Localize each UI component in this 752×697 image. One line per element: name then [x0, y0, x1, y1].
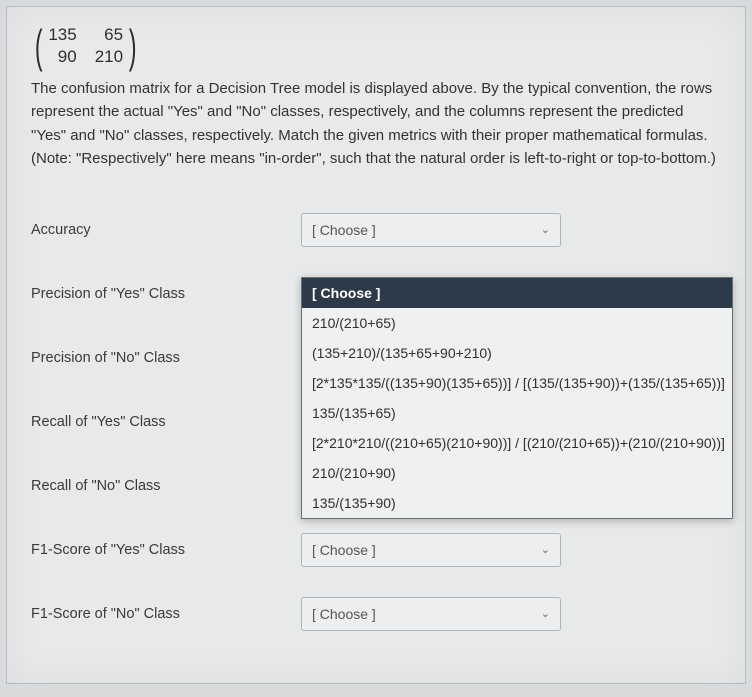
dropdown-option[interactable]: [ Choose ]: [302, 278, 732, 308]
metric-label: Accuracy: [31, 222, 301, 238]
chevron-down-icon: ⌄: [541, 543, 550, 556]
metric-row: Accuracy [ Choose ] ⌄: [31, 200, 721, 258]
metric-row: F1-Score of "No" Class [ Choose ] ⌄: [31, 584, 721, 642]
matrix-cell: 135: [48, 25, 76, 45]
dropdown-option[interactable]: 135/(135+65): [302, 398, 732, 428]
chevron-down-icon: ⌄: [541, 223, 550, 236]
f1-yes-select[interactable]: [ Choose ] ⌄: [301, 533, 561, 567]
question-card: ( 135 65 90 210 ) The confusion matrix f…: [6, 6, 746, 684]
dropdown-option[interactable]: 135/(135+90): [302, 488, 732, 518]
chevron-down-icon: ⌄: [541, 607, 550, 620]
question-prompt: The confusion matrix for a Decision Tree…: [31, 77, 721, 170]
metric-label: Recall of "No" Class: [31, 478, 301, 494]
dropdown-option[interactable]: 210/(210+90): [302, 458, 732, 488]
select-value: [ Choose ]: [312, 606, 376, 622]
matrix-grid: 135 65 90 210: [46, 25, 125, 67]
metric-row: F1-Score of "Yes" Class [ Choose ] ⌄: [31, 520, 721, 578]
matrix-cell: 65: [95, 25, 123, 45]
dropdown-option[interactable]: (135+210)/(135+65+90+210): [302, 338, 732, 368]
right-paren: ): [129, 26, 137, 66]
dropdown-option[interactable]: [2*135*135/((135+90)(135+65))] / [(135/(…: [302, 368, 732, 398]
select-value: [ Choose ]: [312, 542, 376, 558]
confusion-matrix: ( 135 65 90 210 ): [31, 25, 140, 67]
accuracy-select[interactable]: [ Choose ] ⌄: [301, 213, 561, 247]
metric-label: Precision of "No" Class: [31, 350, 301, 366]
matrix-cell: 90: [48, 47, 76, 67]
metric-label: F1-Score of "Yes" Class: [31, 542, 301, 558]
options-dropdown[interactable]: [ Choose ] 210/(210+65) (135+210)/(135+6…: [301, 277, 733, 519]
left-paren: (: [35, 26, 43, 66]
metric-label: Precision of "Yes" Class: [31, 286, 301, 302]
dropdown-option[interactable]: 210/(210+65): [302, 308, 732, 338]
metric-label: F1-Score of "No" Class: [31, 606, 301, 622]
metric-label: Recall of "Yes" Class: [31, 414, 301, 430]
select-value: [ Choose ]: [312, 222, 376, 238]
matrix-cell: 210: [95, 47, 123, 67]
dropdown-option[interactable]: [2*210*210/((210+65)(210+90))] / [(210/(…: [302, 428, 732, 458]
f1-no-select[interactable]: [ Choose ] ⌄: [301, 597, 561, 631]
